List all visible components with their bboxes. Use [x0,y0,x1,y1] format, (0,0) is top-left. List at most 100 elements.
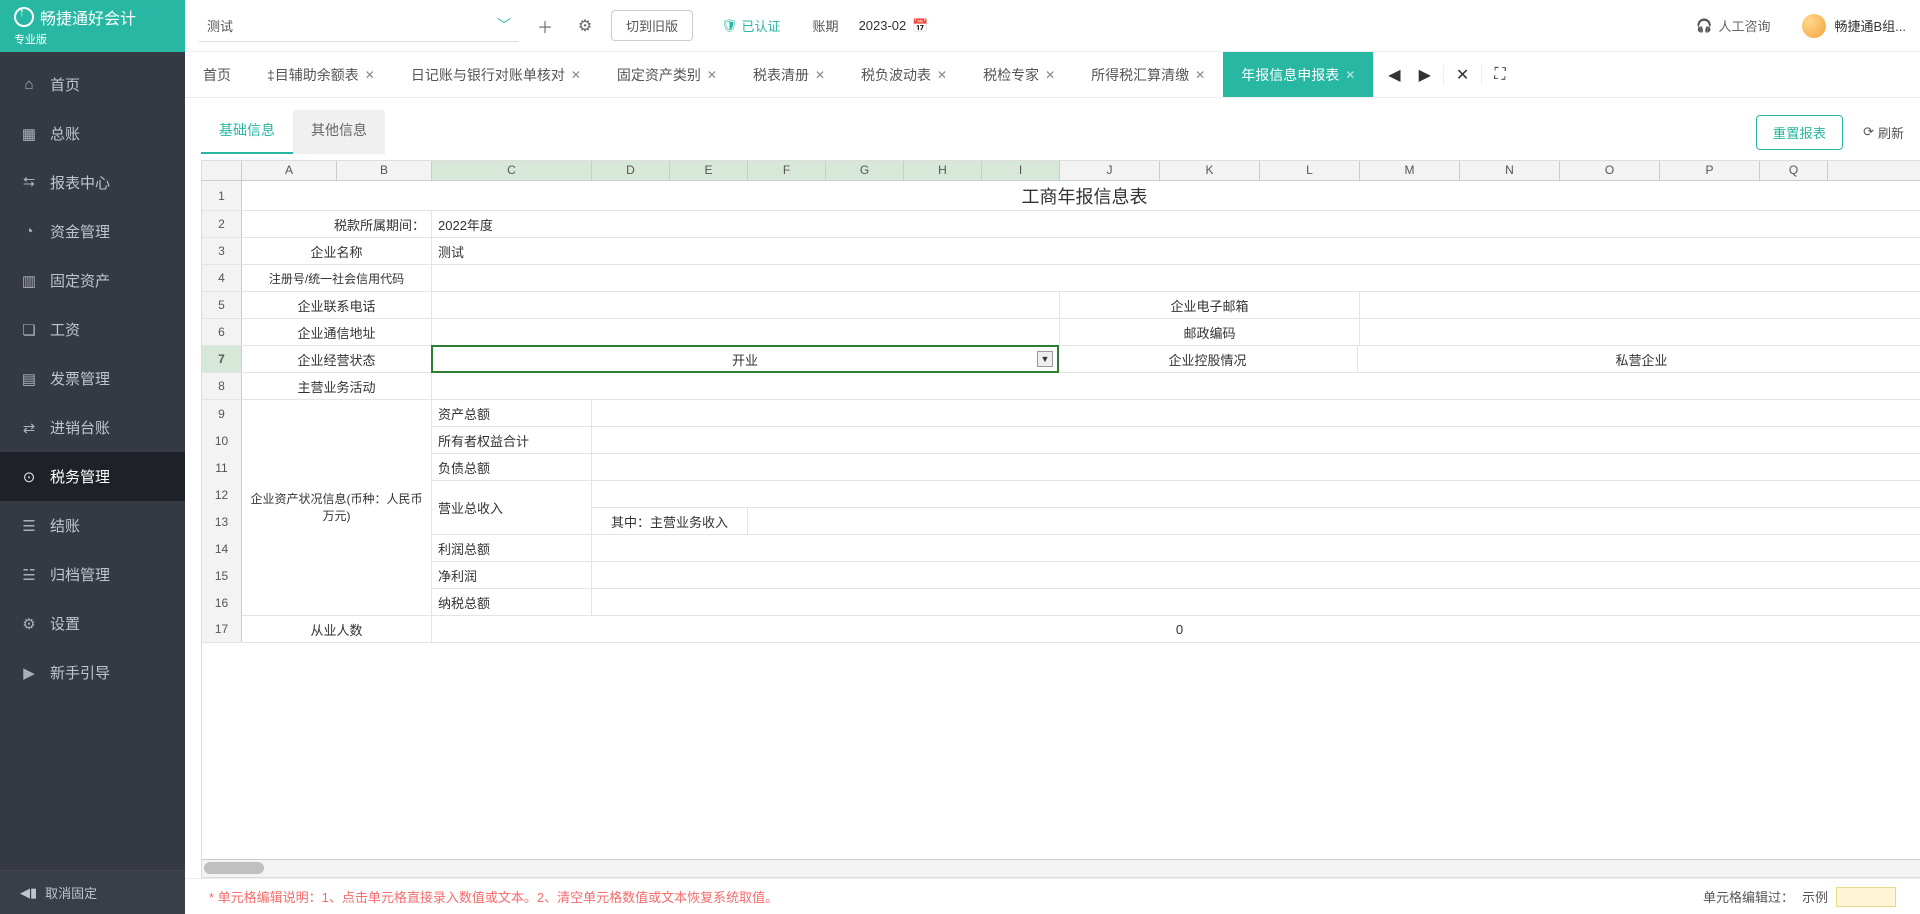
user-menu[interactable]: 畅捷通B组... [1802,14,1906,38]
tab-aux-balance[interactable]: ‡目辅助余额表✕ [249,52,393,97]
row-header[interactable]: 12 [202,481,242,508]
row-header[interactable]: 2 [202,211,242,237]
select-all-corner[interactable] [202,161,242,180]
add-button[interactable]: ＋ [531,12,559,40]
nav-closing[interactable]: ☰结账 [0,501,185,550]
col-header[interactable]: A [242,161,337,180]
tab-income-tax[interactable]: 所得税汇算清缴✕ [1073,52,1223,97]
tab-prev-button[interactable]: ◀ [1382,61,1406,89]
col-header[interactable]: P [1660,161,1760,180]
tab-tax-book[interactable]: 税表清册✕ [735,52,843,97]
nav-home[interactable]: ⌂首页 [0,60,185,109]
row-header[interactable]: 3 [202,238,242,264]
postcode-value-cell[interactable] [1360,319,1920,345]
email-value-cell[interactable] [1360,292,1920,318]
tab-home[interactable]: 首页 [185,52,249,97]
addr-value-cell[interactable] [432,319,1060,345]
col-header[interactable]: N [1460,161,1560,180]
col-header[interactable]: M [1360,161,1460,180]
close-icon[interactable]: ✕ [1045,68,1055,82]
close-icon[interactable]: ✕ [937,68,947,82]
subtab-other[interactable]: 其他信息 [293,110,385,154]
col-header[interactable]: K [1160,161,1260,180]
cell[interactable] [592,589,1920,615]
cell[interactable] [592,481,1920,507]
tab-fullscreen-button[interactable]: ⛶ [1488,62,1511,88]
cell[interactable] [592,454,1920,480]
close-icon[interactable]: ✕ [365,68,375,82]
row-header[interactable]: 17 [202,616,242,642]
row-header[interactable]: 14 [202,535,242,562]
cell[interactable] [592,535,1920,561]
nav-archive[interactable]: ☱归档管理 [0,550,185,599]
tab-bank-recon[interactable]: 日记账与银行对账单核对✕ [393,52,599,97]
col-header[interactable]: E [670,161,748,180]
phone-value-cell[interactable] [432,292,1060,318]
nav-fixed-assets[interactable]: ▥固定资产 [0,256,185,305]
close-icon[interactable]: ✕ [815,68,825,82]
help-link[interactable]: 🎧 人工咨询 [1696,16,1770,35]
cell[interactable] [592,400,1920,426]
employees-value-cell[interactable]: 0 [432,616,1920,642]
period-picker[interactable]: 2023-02 📅 [859,18,929,34]
horizontal-scrollbar[interactable] [202,859,1920,877]
holding-value-cell[interactable]: 私营企业 [1358,346,1920,372]
row-header[interactable]: 1 [202,181,242,210]
gear-button[interactable]: ⚙ [571,12,599,40]
col-header[interactable]: G [826,161,904,180]
col-header[interactable]: F [748,161,826,180]
reset-report-button[interactable]: 重置报表 [1756,115,1843,150]
period-value-cell[interactable]: 2022年度 [432,211,1920,237]
cell[interactable] [592,427,1920,453]
tab-close-button[interactable]: ✕ [1450,61,1475,89]
subtab-basic[interactable]: 基础信息 [201,110,293,154]
nav-funds[interactable]: ◔资金管理 [0,207,185,256]
mainbiz-value-cell[interactable] [432,373,1920,399]
col-header[interactable]: C [432,161,592,180]
row-header[interactable]: 16 [202,589,242,616]
close-icon[interactable]: ✕ [571,68,581,82]
nav-tax[interactable]: ⊙税务管理 [0,452,185,501]
close-icon[interactable]: ✕ [1345,68,1355,82]
row-header[interactable]: 11 [202,454,242,481]
close-icon[interactable]: ✕ [1195,68,1205,82]
nav-invoice[interactable]: ▤发票管理 [0,354,185,403]
col-header[interactable]: H [904,161,982,180]
company-selector[interactable]: 测试 ﹀ [199,10,519,42]
tab-tax-fluct[interactable]: 税负波动表✕ [843,52,965,97]
col-header[interactable]: L [1260,161,1360,180]
cell[interactable] [592,562,1920,588]
tab-tax-expert[interactable]: 税检专家✕ [965,52,1073,97]
row-header[interactable]: 9 [202,400,242,427]
row-header[interactable]: 4 [202,265,242,291]
regno-value-cell[interactable] [432,265,1920,291]
row-header[interactable]: 15 [202,562,242,589]
nav-inout[interactable]: ⇄进销台账 [0,403,185,452]
col-header[interactable]: B [337,161,432,180]
row-header[interactable]: 7 [202,346,242,372]
tab-asset-category[interactable]: 固定资产类别✕ [599,52,735,97]
col-header[interactable]: O [1560,161,1660,180]
col-header[interactable]: D [592,161,670,180]
nav-settings[interactable]: ⚙设置 [0,599,185,648]
col-header[interactable]: Q [1760,161,1828,180]
cell[interactable] [748,508,1920,534]
switch-old-version-button[interactable]: 切到旧版 [611,10,693,41]
row-header[interactable]: 13 [202,508,242,535]
status-value-cell[interactable]: 开业 ▼ [431,345,1059,373]
row-header[interactable]: 10 [202,427,242,454]
row-header[interactable]: 8 [202,373,242,399]
nav-salary[interactable]: ❏工资 [0,305,185,354]
close-icon[interactable]: ✕ [707,68,717,82]
spreadsheet[interactable]: A B C D E F G H I J K L M N O [201,160,1920,878]
row-header[interactable]: 6 [202,319,242,345]
tab-annual-report[interactable]: 年报信息申报表✕ [1223,52,1373,97]
dropdown-arrow-icon[interactable]: ▼ [1037,351,1053,367]
nav-guide[interactable]: ▶新手引导 [0,648,185,697]
sidebar-pin-toggle[interactable]: ◀▮ 取消固定 [0,870,185,914]
row-header[interactable]: 5 [202,292,242,318]
col-header[interactable]: J [1060,161,1160,180]
company-value-cell[interactable]: 测试 [432,238,1920,264]
nav-ledger[interactable]: ▦总账 [0,109,185,158]
nav-reports[interactable]: ⮀报表中心 [0,158,185,207]
